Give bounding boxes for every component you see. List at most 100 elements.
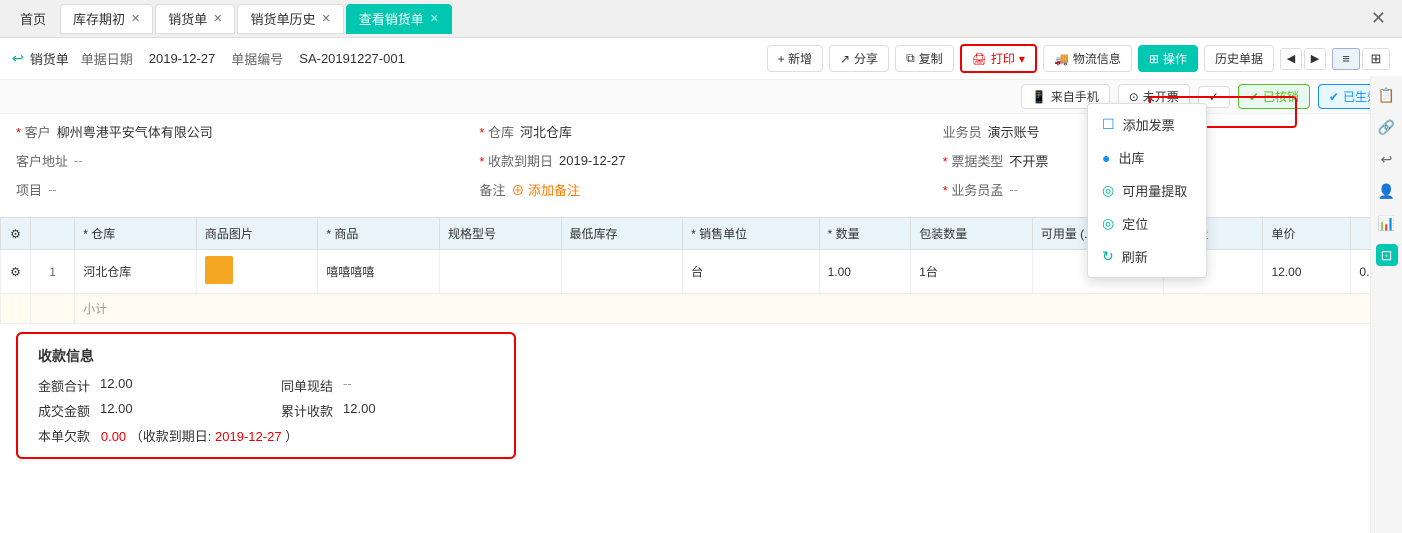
list-view-button[interactable]: ≡ (1332, 48, 1360, 70)
number-label: 单据编号 (231, 49, 283, 68)
sidebar-icon-1[interactable]: 📋 (1376, 84, 1398, 106)
share-icon: ↗ (840, 52, 850, 66)
tab-home-label: 首页 (20, 9, 46, 28)
tab-view-sales-label: 查看销货单 (359, 9, 424, 28)
refresh-icon: ↻ (1102, 248, 1114, 265)
tab-inventory[interactable]: 库存期初 ✕ (60, 4, 153, 34)
col-qty: * 数量 (819, 218, 911, 250)
sidebar-icon-5[interactable]: 📊 (1376, 212, 1398, 234)
customer-group: 客户 柳州粤港平安气体有限公司 (16, 122, 459, 141)
dropdown-available-qty[interactable]: ◎ 可用量提取 (1088, 174, 1206, 207)
dropdown-add-invoice[interactable]: ☐ 添加发票 (1088, 108, 1206, 141)
close-sales-tab[interactable]: ✕ (213, 12, 222, 25)
outbound-label: 出库 (1118, 148, 1144, 167)
already-cancel-badge[interactable]: ✔ 已核销 (1238, 84, 1310, 109)
doc-icon: ↩ (12, 50, 24, 67)
date-label: 单据日期 (81, 49, 133, 68)
warehouse-label: 仓库 (479, 122, 514, 141)
close-sales-history-tab[interactable]: ✕ (322, 12, 331, 25)
add-label: + 新增 (778, 50, 812, 67)
row-gear[interactable]: ⚙ (1, 250, 31, 294)
dropdown-locate[interactable]: ◎ 定位 (1088, 207, 1206, 240)
date-value: 2019-12-27 (149, 51, 216, 66)
col-spec: 规格型号 (439, 218, 561, 250)
subtotal-label: 小计 (75, 294, 1402, 324)
available-qty-icon: ◎ (1102, 182, 1114, 199)
ops-dropdown-menu: ☐ 添加发票 ● 出库 ◎ 可用量提取 ◎ 定位 ↻ 刷新 (1087, 103, 1207, 278)
total-value: 12.00 (100, 376, 133, 395)
ops-button[interactable]: ⊞ 操作 (1138, 45, 1198, 72)
total-row: 金额合计 12.00 (38, 376, 251, 395)
share-button[interactable]: ↗ 分享 (829, 45, 889, 72)
toolbar-right: + 新增 ↗ 分享 ⧉ 复制 🖨 打印 ▾ 🚚 物流信息 ⊞ 操作 (767, 44, 1390, 73)
grid-view-button[interactable]: ⊞ (1362, 48, 1390, 70)
settlement-value: -- (343, 376, 352, 395)
ticket-label: 票据类型 (943, 151, 1004, 170)
tab-view-sales[interactable]: 查看销货单 ✕ (346, 4, 452, 34)
outbound-icon: ● (1102, 150, 1110, 166)
sidebar-icon-6[interactable]: ⊡ (1376, 244, 1398, 266)
row-product: 嘻嘻嘻嘻 (318, 250, 440, 294)
print-label: 打印 (991, 50, 1015, 67)
history-button[interactable]: 历史单据 (1204, 45, 1274, 72)
row-img (196, 250, 318, 294)
already-cancel-label: 已核销 (1263, 88, 1299, 105)
print-icon: 🖨 (972, 52, 987, 66)
close-window-button[interactable]: ✕ (1363, 8, 1394, 29)
copy-button[interactable]: ⧉ 复制 (895, 45, 954, 72)
due-date-label: 收款到期日 (479, 151, 553, 170)
staff-value: 演示账号 (988, 122, 1040, 141)
print-dropdown-icon: ▾ (1019, 52, 1025, 66)
due-label: 本单欠款 (38, 429, 90, 444)
due-date: 2019-12-27 (215, 429, 282, 444)
warehouse-group: 仓库 河北仓库 (479, 122, 922, 141)
close-view-sales-tab[interactable]: ✕ (430, 12, 439, 25)
refresh-label: 刷新 (1122, 247, 1148, 266)
due-row: 本单欠款 0.00 （收款到期日: 2019-12-27 ） (38, 426, 494, 445)
settlement-row: 同单现结 -- (281, 376, 494, 395)
ticket-icon: ⊙ (1129, 90, 1139, 104)
copy-icon: ⧉ (906, 51, 915, 66)
right-sidebar: 📋 🔗 ↩ 👤 📊 ⊡ (1370, 76, 1402, 533)
locate-icon: ◎ (1102, 215, 1114, 232)
cumulative-label: 累计收款 (281, 401, 333, 420)
staff-label: 业务员 (943, 122, 982, 141)
customer-label: 客户 (16, 122, 51, 141)
add-button[interactable]: + 新增 (767, 45, 823, 72)
close-inventory-tab[interactable]: ✕ (131, 12, 140, 25)
dropdown-outbound[interactable]: ● 出库 (1088, 141, 1206, 174)
tab-sales-history[interactable]: 销货单历史 ✕ (237, 4, 343, 34)
next-arrow[interactable]: ▶ (1304, 48, 1326, 70)
ops-icon: ⊞ (1149, 52, 1159, 66)
tab-home[interactable]: 首页 (8, 4, 58, 34)
subtotal-gear (1, 294, 31, 324)
total-label: 金额合计 (38, 376, 90, 395)
row-warehouse: 河北仓库 (75, 250, 197, 294)
truck-icon: 🚚 (1054, 52, 1069, 66)
col-gear: ⚙ (1, 218, 31, 250)
add-note-button[interactable]: ⊕ 添加备注 (511, 180, 580, 199)
row-qty: 1.00 (819, 250, 911, 294)
doc-type-label: 销货单 (30, 49, 69, 68)
tab-bar: 首页 库存期初 ✕ 销货单 ✕ 销货单历史 ✕ 查看销货单 ✕ ✕ (0, 0, 1402, 38)
phone-icon: 📱 (1032, 90, 1047, 104)
subtotal-num (31, 294, 75, 324)
sidebar-icon-3[interactable]: ↩ (1376, 148, 1398, 170)
share-label: 分享 (854, 50, 878, 67)
row-price: 12.00 (1263, 250, 1351, 294)
tab-inventory-label: 库存期初 (73, 9, 125, 28)
col-num (31, 218, 75, 250)
logistics-button[interactable]: 🚚 物流信息 (1043, 45, 1132, 72)
dropdown-refresh[interactable]: ↻ 刷新 (1088, 240, 1206, 273)
print-button[interactable]: 🖨 打印 ▾ (960, 44, 1037, 73)
sidebar-icon-2[interactable]: 🔗 (1376, 116, 1398, 138)
prev-arrow[interactable]: ◀ (1280, 48, 1302, 70)
row-pack-qty: 1台 (911, 250, 1033, 294)
due-note-end: ） (285, 429, 298, 444)
tab-sales[interactable]: 销货单 ✕ (155, 4, 235, 34)
transaction-value: 12.00 (100, 401, 133, 420)
doc-meta: 单据日期 2019-12-27 单据编号 SA-20191227-001 (81, 49, 405, 68)
project-label: 项目 (16, 180, 42, 199)
sidebar-icon-4[interactable]: 👤 (1376, 180, 1398, 202)
add-invoice-icon: ☐ (1102, 116, 1115, 133)
